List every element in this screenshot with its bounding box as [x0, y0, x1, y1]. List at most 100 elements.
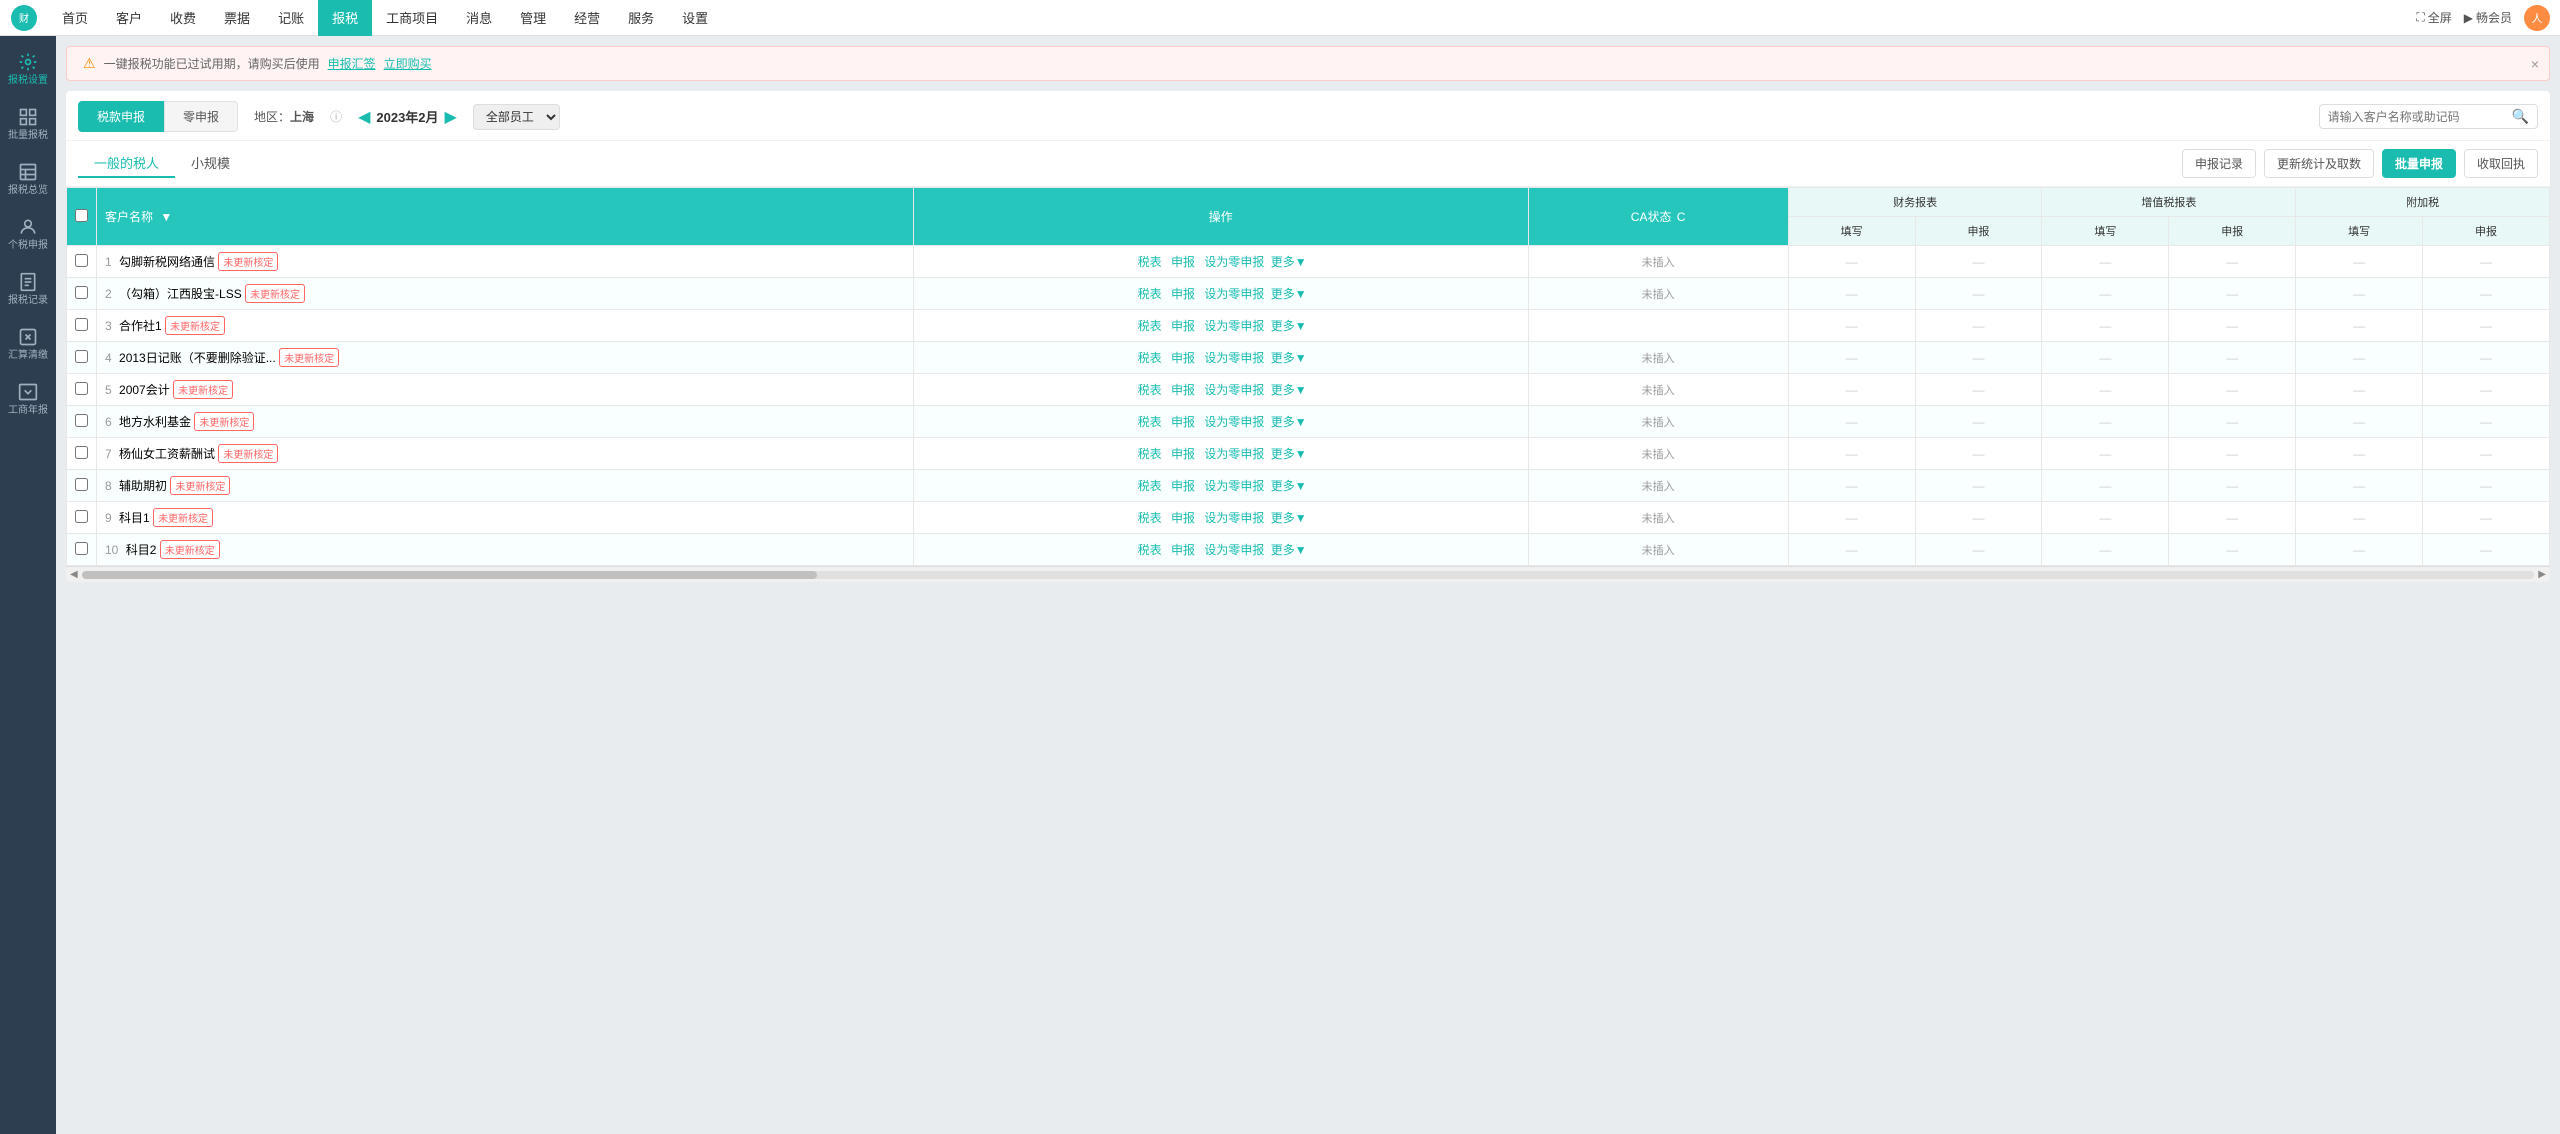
row-op-zero-0[interactable]: 设为零申报 [1204, 255, 1264, 269]
horizontal-scrollbar[interactable]: ◀ ▶ [66, 566, 2550, 582]
type-tab-general[interactable]: 一般的税人 [78, 149, 175, 178]
row-op-zero-2[interactable]: 设为零申报 [1204, 319, 1264, 333]
search-input[interactable] [2328, 110, 2508, 124]
date-next-button[interactable]: ▶ [445, 107, 457, 127]
nav-client[interactable]: 客户 [102, 0, 156, 36]
sidebar-item-batch-tax[interactable]: 批量报税 [3, 99, 53, 150]
nav-service[interactable]: 服务 [614, 0, 668, 36]
nav-fee[interactable]: 收费 [156, 0, 210, 36]
nav-manage[interactable]: 管理 [506, 0, 560, 36]
apply-records-button[interactable]: 申报记录 [2182, 149, 2256, 178]
row-checkbox-9[interactable] [75, 542, 88, 555]
staff-select[interactable]: 全部员工 [473, 104, 560, 130]
get-receipt-button[interactable]: 收取回执 [2464, 149, 2538, 178]
scroll-thumb[interactable] [82, 571, 818, 579]
scroll-track[interactable] [82, 571, 2535, 579]
row-op-shenbao-2[interactable]: 申报 [1171, 319, 1195, 333]
row-op-shenbao-4[interactable]: 申报 [1171, 383, 1195, 397]
row-op-more-0[interactable]: 更多▼ [1271, 255, 1307, 269]
row-op-more-4[interactable]: 更多▼ [1271, 383, 1307, 397]
row-op-shuibiao-4[interactable]: 税表 [1138, 383, 1162, 397]
sub-fujia-fill: 填写 [2296, 217, 2423, 246]
row-op-shuibiao-8[interactable]: 税表 [1138, 511, 1162, 525]
row-op-shuibiao-1[interactable]: 税表 [1138, 287, 1162, 301]
banner-close-button[interactable]: × [2531, 56, 2539, 72]
nav-tax[interactable]: 报税 [318, 0, 372, 36]
row-checkbox-7[interactable] [75, 478, 88, 491]
row-op-more-9[interactable]: 更多▼ [1271, 543, 1307, 557]
sidebar-item-tax-overview[interactable]: 报税总览 [3, 154, 53, 205]
avatar[interactable]: 人 [2524, 5, 2550, 31]
sidebar-item-calc-clear[interactable]: 汇算清缴 [3, 319, 53, 370]
row-op-shuibiao-3[interactable]: 税表 [1138, 351, 1162, 365]
sidebar-item-tax-settings[interactable]: 报税设置 [3, 44, 53, 95]
row-op-more-5[interactable]: 更多▼ [1271, 415, 1307, 429]
row-checkbox-4[interactable] [75, 382, 88, 395]
row-op-more-3[interactable]: 更多▼ [1271, 351, 1307, 365]
row-checkbox-1[interactable] [75, 286, 88, 299]
scroll-left-arrow[interactable]: ◀ [70, 569, 78, 580]
row-op-zero-1[interactable]: 设为零申报 [1204, 287, 1264, 301]
select-all-checkbox[interactable] [75, 209, 88, 222]
banner-link-report[interactable]: 申报汇签 [328, 55, 376, 72]
col-ca: CA状态 C [1528, 188, 1788, 246]
row-op-shuibiao-9[interactable]: 税表 [1138, 543, 1162, 557]
search-icon[interactable]: 🔍 [2512, 108, 2529, 125]
nav-settings[interactable]: 设置 [668, 0, 722, 36]
row-checkbox-0[interactable] [75, 254, 88, 267]
row-op-zero-7[interactable]: 设为零申报 [1204, 479, 1264, 493]
row-c2-3: — [1915, 342, 2042, 374]
row-op-shuibiao-6[interactable]: 税表 [1138, 447, 1162, 461]
row-op-zero-4[interactable]: 设为零申报 [1204, 383, 1264, 397]
row-op-more-2[interactable]: 更多▼ [1271, 319, 1307, 333]
tab-tax-apply[interactable]: 税款申报 [78, 101, 164, 132]
row-op-more-1[interactable]: 更多▼ [1271, 287, 1307, 301]
update-stats-button[interactable]: 更新统计及取数 [2264, 149, 2374, 178]
nav-bookkeeping[interactable]: 记账 [264, 0, 318, 36]
nav-message[interactable]: 消息 [452, 0, 506, 36]
vip-button[interactable]: ▶ 畅会员 [2464, 9, 2512, 26]
row-op-shenbao-0[interactable]: 申报 [1171, 255, 1195, 269]
sort-icon[interactable]: ▼ [160, 210, 172, 224]
sidebar-item-biz-report[interactable]: 工商年报 [3, 374, 53, 425]
row-op-more-8[interactable]: 更多▼ [1271, 511, 1307, 525]
scroll-right-arrow[interactable]: ▶ [2538, 569, 2546, 580]
row-checkbox-8[interactable] [75, 510, 88, 523]
batch-apply-button[interactable]: 批量申报 [2382, 149, 2456, 178]
row-op-shenbao-9[interactable]: 申报 [1171, 543, 1195, 557]
row-checkbox-2[interactable] [75, 318, 88, 331]
row-op-shenbao-6[interactable]: 申报 [1171, 447, 1195, 461]
sidebar-item-personal-tax[interactable]: 个税申报 [3, 209, 53, 260]
row-op-zero-3[interactable]: 设为零申报 [1204, 351, 1264, 365]
banner-link-buy[interactable]: 立即购买 [384, 55, 432, 72]
row-checkbox-6[interactable] [75, 446, 88, 459]
nav-home[interactable]: 首页 [48, 0, 102, 36]
row-ca-5: 未插入 [1528, 406, 1788, 438]
row-op-shuibiao-2[interactable]: 税表 [1138, 319, 1162, 333]
row-op-shenbao-7[interactable]: 申报 [1171, 479, 1195, 493]
date-prev-button[interactable]: ◀ [358, 107, 370, 127]
row-op-zero-9[interactable]: 设为零申报 [1204, 543, 1264, 557]
row-op-zero-6[interactable]: 设为零申报 [1204, 447, 1264, 461]
row-c4-1: — [2169, 278, 2296, 310]
tab-zero-apply[interactable]: 零申报 [164, 101, 238, 132]
row-op-zero-5[interactable]: 设为零申报 [1204, 415, 1264, 429]
nav-operate[interactable]: 经营 [560, 0, 614, 36]
row-checkbox-5[interactable] [75, 414, 88, 427]
type-tab-small[interactable]: 小规模 [175, 149, 246, 178]
row-op-more-6[interactable]: 更多▼ [1271, 447, 1307, 461]
nav-invoice[interactable]: 票据 [210, 0, 264, 36]
row-op-shenbao-5[interactable]: 申报 [1171, 415, 1195, 429]
row-op-more-7[interactable]: 更多▼ [1271, 479, 1307, 493]
row-op-shenbao-3[interactable]: 申报 [1171, 351, 1195, 365]
fullscreen-button[interactable]: ⛶ 全屏 [2416, 9, 2451, 26]
row-op-zero-8[interactable]: 设为零申报 [1204, 511, 1264, 525]
row-checkbox-3[interactable] [75, 350, 88, 363]
row-op-shuibiao-5[interactable]: 税表 [1138, 415, 1162, 429]
row-op-shuibiao-7[interactable]: 税表 [1138, 479, 1162, 493]
row-op-shenbao-1[interactable]: 申报 [1171, 287, 1195, 301]
row-op-shenbao-8[interactable]: 申报 [1171, 511, 1195, 525]
sidebar-item-tax-records[interactable]: 报税记录 [3, 264, 53, 315]
row-op-shuibiao-0[interactable]: 税表 [1138, 255, 1162, 269]
nav-biz[interactable]: 工商项目 [372, 0, 452, 36]
